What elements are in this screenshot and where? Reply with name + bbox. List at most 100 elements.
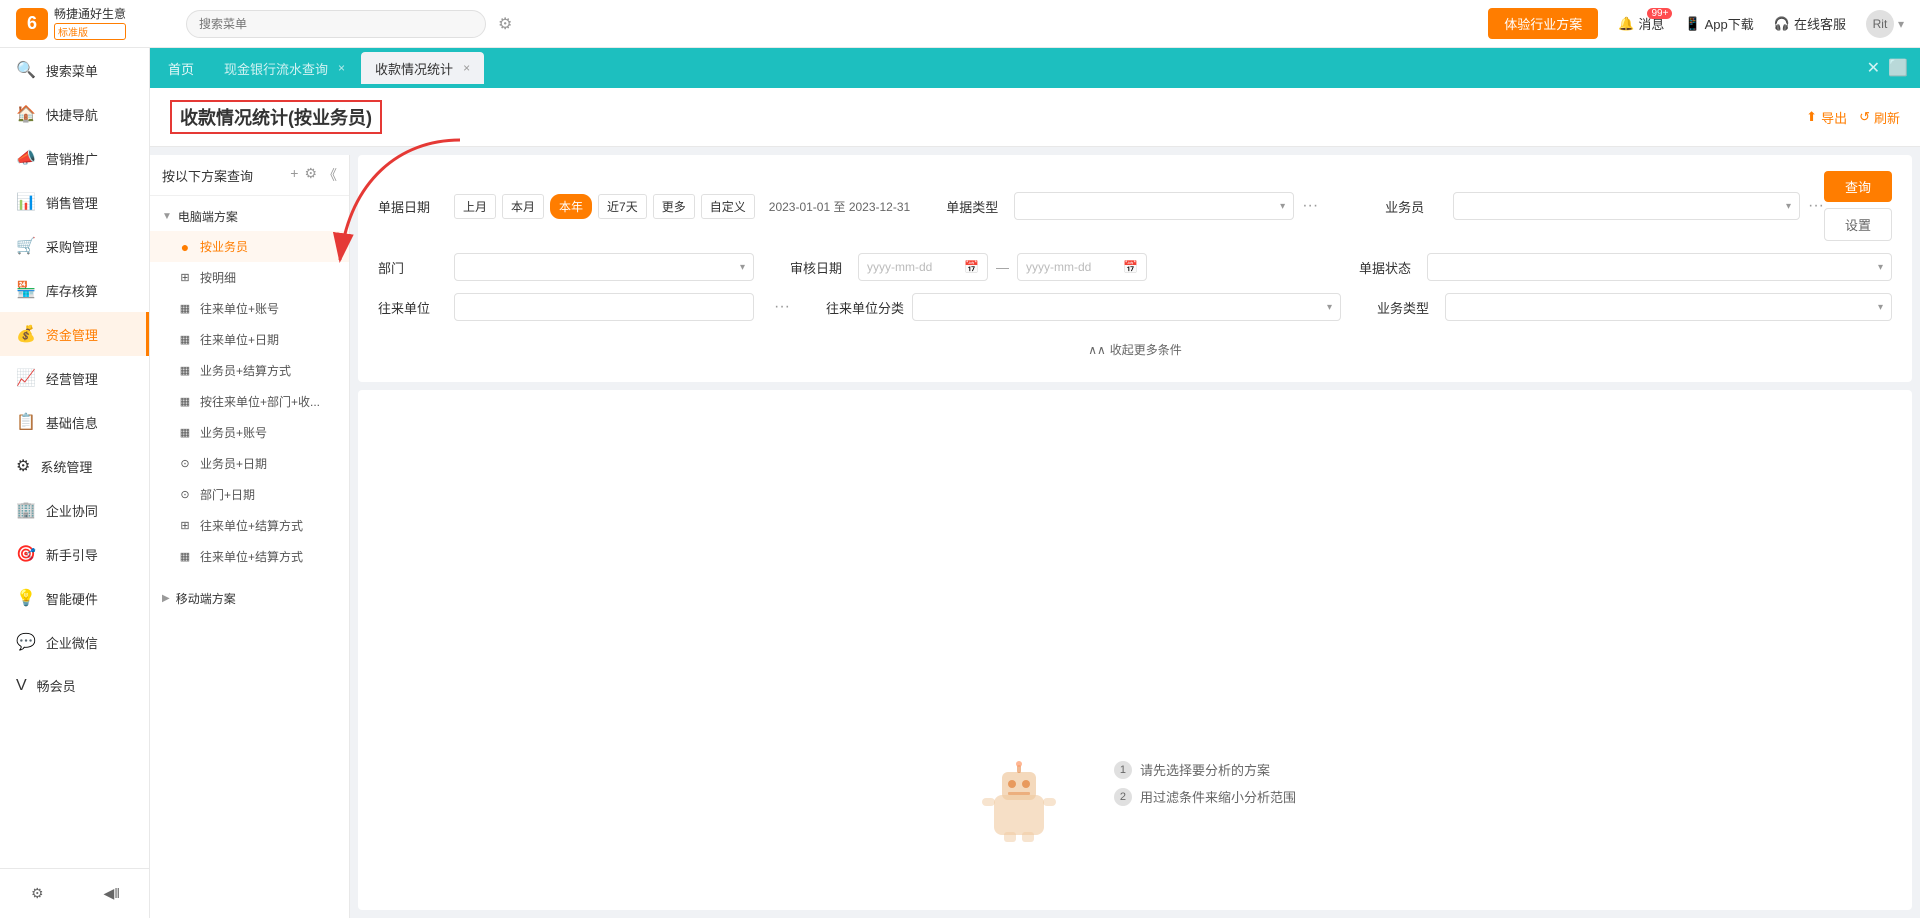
sidebar-item-beginner[interactable]: 🎯 新手引导 (0, 532, 149, 576)
sidebar-item-finance[interactable]: 💰 资金管理 (0, 312, 149, 356)
collapse-row[interactable]: ∧∧ 收起更多条件 (378, 333, 1892, 366)
scheme-item-partner-settle2-label: 往来单位+结算方式 (200, 548, 303, 565)
sidebar-item-wechat[interactable]: 💬 企业微信 (0, 620, 149, 664)
edition-badge: 标准版 (54, 23, 126, 40)
scheme-desktop-label: 电脑端方案 (178, 208, 238, 225)
scheme-panel: 按以下方案查询 + ⚙ 《 ▼ 电脑端方案 ● (150, 155, 350, 918)
sidebar-item-system[interactable]: ⚙ 系统管理 (0, 444, 149, 488)
scheme-item-salesperson-settle[interactable]: ▦ 业务员+结算方式 (150, 355, 349, 386)
scheme-salesperson-settle-icon: ▦ (178, 364, 192, 378)
online-service-item[interactable]: 🎧 在线客服 (1774, 14, 1846, 33)
sidebar-item-sales[interactable]: 📊 销售管理 (0, 180, 149, 224)
query-button[interactable]: 查询 (1824, 171, 1892, 202)
calendar-icon-end: 📅 (1123, 260, 1138, 274)
bell-icon: 🔔 (1618, 16, 1634, 32)
doc-type-label: 单据类型 (946, 197, 1006, 216)
date-btn-last-month[interactable]: 上月 (454, 194, 496, 219)
partner-category-select[interactable]: ▾ (912, 293, 1341, 321)
calendar-icon-start: 📅 (964, 260, 979, 274)
export-button[interactable]: ⬆ 导出 (1806, 108, 1847, 127)
sidebar-item-purchase[interactable]: 🛒 采购管理 (0, 224, 149, 268)
partner-select[interactable] (454, 293, 754, 321)
operations-icon: 📈 (16, 368, 36, 388)
dept-select[interactable]: ▾ (454, 253, 754, 281)
date-separator: — (996, 260, 1009, 275)
sidebar-item-member[interactable]: V 畅会员 (0, 664, 149, 707)
info-icon: 📋 (16, 412, 36, 432)
doc-type-more-icon[interactable]: ··· (1302, 197, 1318, 215)
sidebar-label-operations: 经营管理 (46, 369, 98, 388)
page-title: 收款情况统计(按业务员) (170, 100, 382, 134)
tab-maximize-icon[interactable]: ⬜ (1888, 58, 1908, 78)
gear-icon[interactable]: ⚙ (498, 14, 512, 34)
review-date-start[interactable]: yyyy-mm-dd 📅 (858, 253, 988, 281)
scheme-group-mobile-title[interactable]: ▶ 移动端方案 (150, 584, 349, 613)
scheme-item-partner-settle1[interactable]: ⊞ 往来单位+结算方式 (150, 510, 349, 541)
sidebar-item-enterprise[interactable]: 🏢 企业协同 (0, 488, 149, 532)
business-type-label: 业务类型 (1377, 298, 1437, 317)
sidebar-settings-btn[interactable]: ⚙ (0, 877, 75, 910)
app-download-item[interactable]: 📱 App下载 (1684, 14, 1753, 33)
tab-collection-stats[interactable]: 收款情况统计 × (361, 52, 484, 84)
user-avatar: Rit (1866, 10, 1894, 38)
scheme-collapse-button[interactable]: 《 (323, 165, 337, 185)
partner-more-icon[interactable]: ··· (774, 298, 790, 316)
step-num-2: 2 (1114, 788, 1132, 806)
sidebar-label-system: 系统管理 (40, 457, 92, 476)
tab-home[interactable]: 首页 (154, 52, 208, 84)
scheme-item-partner-settle2[interactable]: ▦ 往来单位+结算方式 (150, 541, 349, 572)
sales-icon: 📊 (16, 192, 36, 212)
header-search-input[interactable] (186, 10, 486, 38)
user-area[interactable]: Rit ▾ (1866, 10, 1904, 38)
sidebar-item-marketing[interactable]: 📣 营销推广 (0, 136, 149, 180)
tab-close-window-icon[interactable]: ✕ (1867, 58, 1880, 78)
scheme-item-dept-date[interactable]: ⊙ 部门+日期 (150, 479, 349, 510)
tab-collection-stats-close[interactable]: × (463, 61, 470, 75)
doc-status-select[interactable]: ▾ (1427, 253, 1892, 281)
headset-icon: 🎧 (1774, 16, 1790, 32)
salesperson-select[interactable]: ▾ (1453, 192, 1800, 220)
settings-button[interactable]: 设置 (1824, 208, 1892, 241)
scheme-group-desktop-title[interactable]: ▼ 电脑端方案 (150, 202, 349, 231)
sidebar-item-inventory[interactable]: 🏪 库存核算 (0, 268, 149, 312)
main-panel: 单据日期 上月 本月 本年 近7天 更多 自定义 2023-01-01 至 20… (350, 155, 1920, 918)
scheme-partner-date-icon: ▦ (178, 333, 192, 347)
scheme-partner-account-icon: ▦ (178, 302, 192, 316)
business-type-select[interactable]: ▾ (1445, 293, 1892, 321)
sidebar-item-search-menu[interactable]: 🔍 搜索菜单 (0, 48, 149, 92)
main-layout: 🔍 搜索菜单 🏠 快捷导航 📣 营销推广 📊 销售管理 🛒 采购管理 🏪 库存核… (0, 48, 1920, 918)
date-btn-this-month[interactable]: 本月 (502, 194, 544, 219)
sidebar-item-quick-nav[interactable]: 🏠 快捷导航 (0, 92, 149, 136)
megaphone-icon: 📣 (16, 148, 36, 168)
scheme-item-by-detail[interactable]: ⊞ 按明细 (150, 262, 349, 293)
sidebar-item-operations[interactable]: 📈 经营管理 (0, 356, 149, 400)
sidebar-item-smart-hardware[interactable]: 💡 智能硬件 (0, 576, 149, 620)
date-btn-more[interactable]: 更多 (653, 194, 695, 219)
scheme-item-salesperson-account[interactable]: ▦ 业务员+账号 (150, 417, 349, 448)
user-dropdown-arrow: ▾ (1898, 17, 1904, 31)
scheme-add-button[interactable]: + (290, 165, 298, 185)
tab-bank-flow-close[interactable]: × (338, 61, 345, 75)
try-plan-button[interactable]: 体验行业方案 (1488, 8, 1598, 39)
refresh-button[interactable]: ↺ 刷新 (1859, 108, 1900, 127)
review-date-end[interactable]: yyyy-mm-dd 📅 (1017, 253, 1147, 281)
scheme-item-partner-dept[interactable]: ▦ 按往来单位+部门+收... (150, 386, 349, 417)
sidebar-item-basic-info[interactable]: 📋 基础信息 (0, 400, 149, 444)
scheme-item-by-salesperson[interactable]: ● 按业务员 (150, 231, 349, 262)
date-btn-this-year[interactable]: 本年 (550, 194, 592, 219)
scheme-item-partner-account[interactable]: ▦ 往来单位+账号 (150, 293, 349, 324)
step-2-text: 用过滤条件来缩小分析范围 (1140, 787, 1296, 806)
hardware-icon: 💡 (16, 588, 36, 608)
sidebar-collapse-btn[interactable]: ◀‖ (75, 877, 150, 910)
date-btn-7days[interactable]: 近7天 (598, 194, 647, 219)
scheme-item-salesperson-date[interactable]: ⊙ 业务员+日期 (150, 448, 349, 479)
scheme-group-mobile: ▶ 移动端方案 (150, 578, 349, 619)
scheme-gear-button[interactable]: ⚙ (304, 165, 317, 185)
tab-bank-flow[interactable]: 现金银行流水查询 × (210, 52, 359, 84)
scheme-item-partner-date[interactable]: ▦ 往来单位+日期 (150, 324, 349, 355)
filter-row-3: 往来单位 ··· 往来单位分类 ▾ (378, 293, 1892, 321)
notification-item[interactable]: 🔔 消息 99+ (1618, 14, 1664, 33)
salesperson-more-icon[interactable]: ··· (1808, 197, 1824, 215)
doc-type-select[interactable]: ▾ (1014, 192, 1294, 220)
date-btn-custom[interactable]: 自定义 (701, 194, 755, 219)
